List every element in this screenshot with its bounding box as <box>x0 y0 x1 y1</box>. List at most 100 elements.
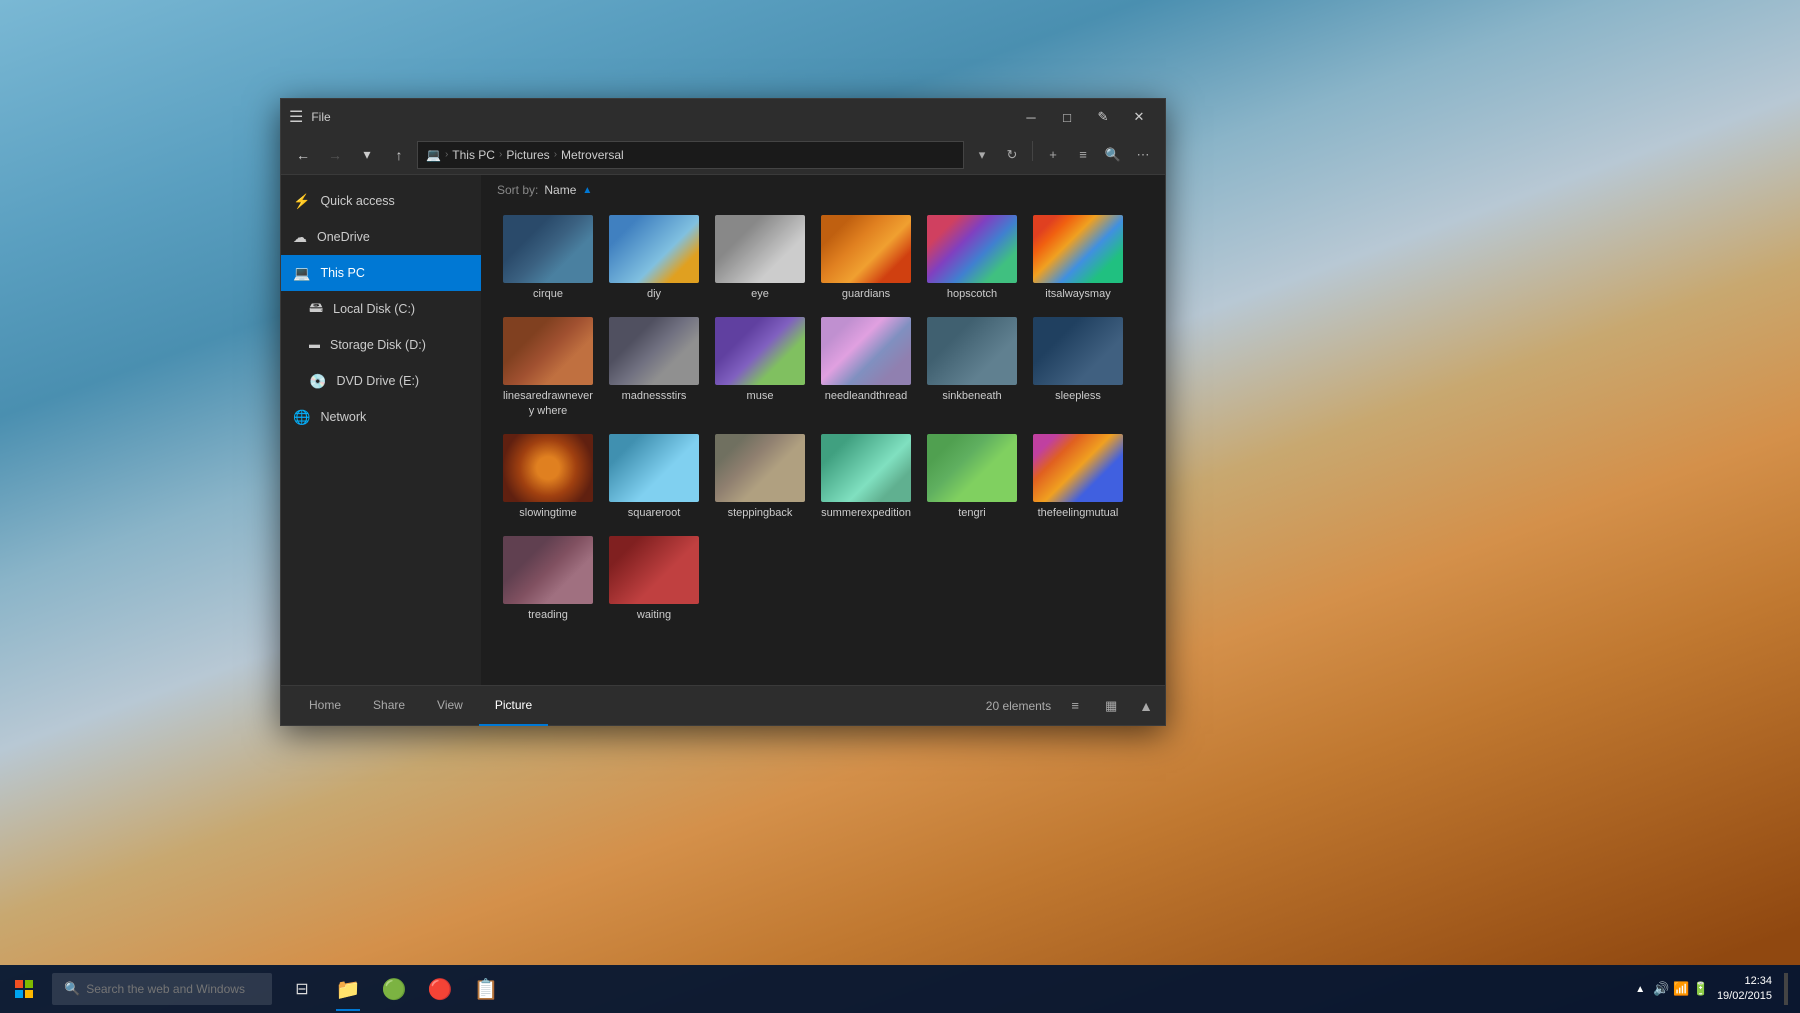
file-thumbnail <box>1033 215 1123 283</box>
show-desktop-button[interactable] <box>1784 973 1788 1005</box>
breadcrumb-this-pc[interactable]: This PC <box>452 148 495 162</box>
quick-access-icon: ⚡ <box>293 193 310 210</box>
file-name: itsalwaysmay <box>1045 287 1110 301</box>
sidebar-item-label: Network <box>320 410 366 424</box>
app-green-icon: 🟢 <box>382 977 407 1002</box>
element-count: 20 elements <box>986 699 1051 713</box>
grid-view-button[interactable]: ▦ <box>1099 694 1123 718</box>
file-name: summerexpedition <box>821 506 911 520</box>
window-controls: ─ □ ✎ ✕ <box>1013 99 1157 135</box>
navigation-bar: ← → ▾ ↑ 💻 › This PC › Pictures › Metrove… <box>281 135 1165 175</box>
file-item-summerexpedition[interactable]: summerexpedition <box>815 428 917 526</box>
file-thumbnail <box>927 434 1017 502</box>
file-thumbnail <box>1033 317 1123 385</box>
storage-disk-d-icon: ▬ <box>309 339 320 351</box>
file-grid: cirquediyeyeguardianshopscotch itsalwaysm… <box>497 209 1149 628</box>
breadcrumb-pictures[interactable]: Pictures <box>506 148 549 162</box>
view-options-button[interactable]: ≡ <box>1069 141 1097 169</box>
new-folder-button[interactable]: + <box>1039 141 1067 169</box>
more-options-button[interactable]: ⋯ <box>1129 141 1157 169</box>
sidebar-item-label: This PC <box>320 266 364 280</box>
file-name: sinkbeneath <box>942 389 1001 403</box>
search-input[interactable] <box>86 982 260 996</box>
search-icon: 🔍 <box>64 981 80 997</box>
expand-button[interactable]: ▲ <box>1139 698 1153 714</box>
taskbar-app-green[interactable]: 🟢 <box>372 965 416 1013</box>
tab-share[interactable]: Share <box>357 686 421 726</box>
taskbar-app-clipboard[interactable]: 📋 <box>464 965 508 1013</box>
status-bar: 20 elements ≡ ▦ ▲ <box>986 694 1153 718</box>
file-item-guardians[interactable]: guardians <box>815 209 917 307</box>
file-item-muse[interactable]: muse <box>709 311 811 424</box>
breadcrumb-metroversal[interactable]: Metroversal <box>561 148 624 162</box>
taskbar-app-file-explorer[interactable]: 📁 <box>326 965 370 1013</box>
file-item-steppingback[interactable]: steppingback <box>709 428 811 526</box>
file-item-slowingtime[interactable]: slowingtime <box>497 428 599 526</box>
forward-button[interactable]: → <box>321 141 349 169</box>
maximize-button[interactable]: □ <box>1049 99 1085 135</box>
sort-by-value[interactable]: Name <box>544 183 576 197</box>
sidebar-item-local-disk-c[interactable]: 🖴 Local Disk (C:) <box>281 291 481 327</box>
file-item-needleandthread[interactable]: needleandthread <box>815 311 917 424</box>
sidebar-item-this-pc[interactable]: 💻 This PC <box>281 255 481 291</box>
sidebar-item-label: DVD Drive (E:) <box>336 374 419 388</box>
taskbar-search-box[interactable]: 🔍 <box>52 973 272 1005</box>
taskbar-app-red[interactable]: 🔴 <box>418 965 462 1013</box>
edit-button[interactable]: ✎ <box>1085 99 1121 135</box>
sidebar-item-quick-access[interactable]: ⚡ Quick access <box>281 183 481 219</box>
sidebar-item-label: Local Disk (C:) <box>333 302 415 316</box>
file-name: linesaredrawnevery where <box>501 389 595 418</box>
breadcrumb-dropdown-button[interactable]: ▾ <box>968 141 996 169</box>
nav-actions: ▾ ↻ + ≡ 🔍 ⋯ <box>968 141 1157 169</box>
file-item-tengri[interactable]: tengri <box>921 428 1023 526</box>
start-button[interactable] <box>0 965 48 1013</box>
sidebar-item-onedrive[interactable]: ☁ OneDrive <box>281 219 481 255</box>
up-button[interactable]: ↑ <box>385 141 413 169</box>
file-item-linesaredrawnevery[interactable]: linesaredrawnevery where <box>497 311 599 424</box>
title-bar: ☰ File ─ □ ✎ ✕ <box>281 99 1165 135</box>
tab-view[interactable]: View <box>421 686 479 726</box>
sidebar-item-storage-disk-d[interactable]: ▬ Storage Disk (D:) <box>281 327 481 363</box>
local-disk-c-icon: 🖴 <box>309 297 323 321</box>
file-item-sinkbeneath[interactable]: sinkbeneath <box>921 311 1023 424</box>
content-area: ⚡ Quick access ☁ OneDrive 💻 This PC 🖴 Lo… <box>281 175 1165 685</box>
file-item-eye[interactable]: eye <box>709 209 811 307</box>
app-red-icon: 🔴 <box>428 977 453 1002</box>
tab-picture[interactable]: Picture <box>479 686 548 726</box>
close-button[interactable]: ✕ <box>1121 99 1157 135</box>
file-name: thefeelingmutual <box>1038 506 1119 520</box>
file-item-cirque[interactable]: cirque <box>497 209 599 307</box>
file-item-thefeelingmutual[interactable]: thefeelingmutual <box>1027 428 1129 526</box>
file-item-madnessstirs[interactable]: madnessstirs <box>603 311 705 424</box>
file-thumbnail <box>609 215 699 283</box>
file-thumbnail <box>715 317 805 385</box>
hamburger-menu-icon[interactable]: ☰ <box>289 107 303 127</box>
minimize-button[interactable]: ─ <box>1013 99 1049 135</box>
taskbar-clock[interactable]: 12:34 19/02/2015 <box>1717 974 1772 1005</box>
breadcrumb-bar[interactable]: 💻 › This PC › Pictures › Metroversal <box>417 141 964 169</box>
sidebar-item-dvd-drive-e[interactable]: 💿 DVD Drive (E:) <box>281 363 481 399</box>
refresh-button[interactable]: ↻ <box>998 141 1026 169</box>
tab-home[interactable]: Home <box>293 686 357 726</box>
dropdown-button[interactable]: ▾ <box>353 141 381 169</box>
file-item-hopscotch[interactable]: hopscotch <box>921 209 1023 307</box>
file-item-sleepless[interactable]: sleepless <box>1027 311 1129 424</box>
list-view-button[interactable]: ≡ <box>1063 694 1087 718</box>
file-item-diy[interactable]: diy <box>603 209 705 307</box>
file-item-treading[interactable]: treading <box>497 530 599 628</box>
back-button[interactable]: ← <box>289 141 317 169</box>
tray-chevron-icon[interactable]: ▲ <box>1635 984 1645 995</box>
sidebar-item-network[interactable]: 🌐 Network <box>281 399 481 435</box>
file-item-squareroot[interactable]: squareroot <box>603 428 705 526</box>
file-thumbnail <box>503 317 593 385</box>
search-button[interactable]: 🔍 <box>1099 141 1127 169</box>
file-item-itsalwaysmay[interactable]: itsalwaysmay <box>1027 209 1129 307</box>
file-name: sleepless <box>1055 389 1101 403</box>
nav-separator <box>1032 141 1033 161</box>
dvd-drive-e-icon: 💿 <box>309 373 326 390</box>
file-thumbnail <box>609 317 699 385</box>
sort-direction-icon: ▲ <box>582 185 592 196</box>
file-item-waiting[interactable]: waiting <box>603 530 705 628</box>
taskbar-app-task-view[interactable]: ⊟ <box>280 965 324 1013</box>
clipboard-icon: 📋 <box>474 977 499 1002</box>
